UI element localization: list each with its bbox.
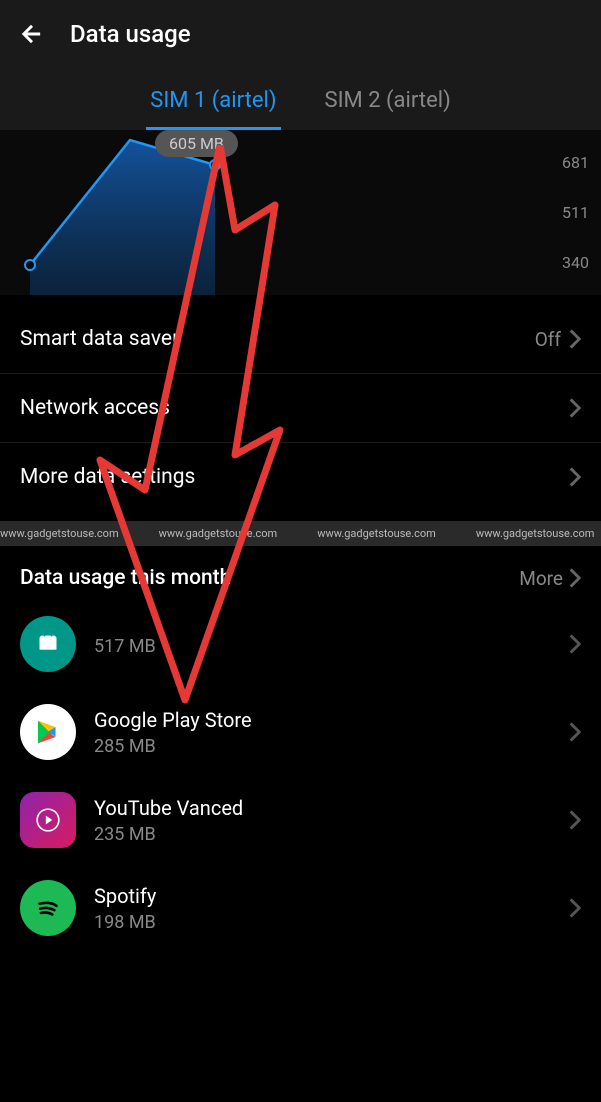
setting-more-data-settings[interactable]: More data settings	[0, 443, 601, 511]
page-title: Data usage	[70, 20, 191, 48]
android-icon	[20, 616, 76, 672]
app-usage-value: 285 MB	[94, 736, 551, 757]
setting-label: Network access	[20, 396, 170, 420]
chevron-right-icon	[569, 398, 581, 418]
area-chart-svg	[0, 130, 601, 295]
usage-section-header: Data usage this month More	[0, 546, 601, 600]
y-tick: 511	[562, 203, 589, 222]
watermark-bar: www.gadgetstouse.comwww.gadgetstouse.com…	[0, 521, 601, 546]
app-row-android[interactable]: 517 MB	[0, 600, 601, 688]
chevron-right-icon	[569, 898, 581, 918]
header-bar: Data usage	[0, 0, 601, 68]
y-tick: 681	[562, 153, 589, 172]
usage-chart: 605 MB 681 511 340	[0, 130, 601, 295]
setting-label: More data settings	[20, 465, 195, 489]
spotify-icon	[20, 880, 76, 936]
settings-list: Smart data saver Off Network access More…	[0, 295, 601, 521]
tab-sim1[interactable]: SIM 1 (airtel)	[146, 78, 280, 130]
chevron-right-icon	[569, 634, 581, 654]
play-store-icon	[20, 704, 76, 760]
setting-network-access[interactable]: Network access	[0, 374, 601, 443]
app-usage-value: 235 MB	[94, 824, 551, 845]
chevron-right-icon	[569, 722, 581, 742]
chevron-right-icon	[569, 467, 581, 487]
youtube-vanced-icon	[20, 792, 76, 848]
chart-tooltip: 605 MB	[155, 130, 238, 157]
usage-section-title: Data usage this month	[20, 566, 231, 590]
setting-value: Off	[535, 328, 561, 351]
app-name: Google Play Store	[94, 708, 551, 732]
app-name: Spotify	[94, 884, 551, 908]
app-row-spotify[interactable]: Spotify 198 MB	[0, 864, 601, 952]
chevron-right-icon	[569, 329, 581, 349]
app-row-youtube-vanced[interactable]: YouTube Vanced 235 MB	[0, 776, 601, 864]
app-usage-value: 198 MB	[94, 912, 551, 933]
y-tick: 340	[562, 253, 589, 272]
setting-label: Smart data saver	[20, 327, 179, 351]
tab-sim2[interactable]: SIM 2 (airtel)	[321, 78, 455, 130]
usage-more-link[interactable]: More	[519, 567, 581, 590]
chart-y-axis: 681 511 340	[562, 130, 589, 295]
setting-smart-data-saver[interactable]: Smart data saver Off	[0, 305, 601, 374]
app-row-playstore[interactable]: Google Play Store 285 MB	[0, 688, 601, 776]
sim-tabs: SIM 1 (airtel) SIM 2 (airtel)	[0, 68, 601, 130]
app-usage-value: 517 MB	[94, 636, 551, 657]
back-arrow-icon[interactable]	[18, 20, 46, 48]
app-name: YouTube Vanced	[94, 796, 551, 820]
chevron-right-icon	[569, 810, 581, 830]
chevron-right-icon	[569, 568, 581, 588]
